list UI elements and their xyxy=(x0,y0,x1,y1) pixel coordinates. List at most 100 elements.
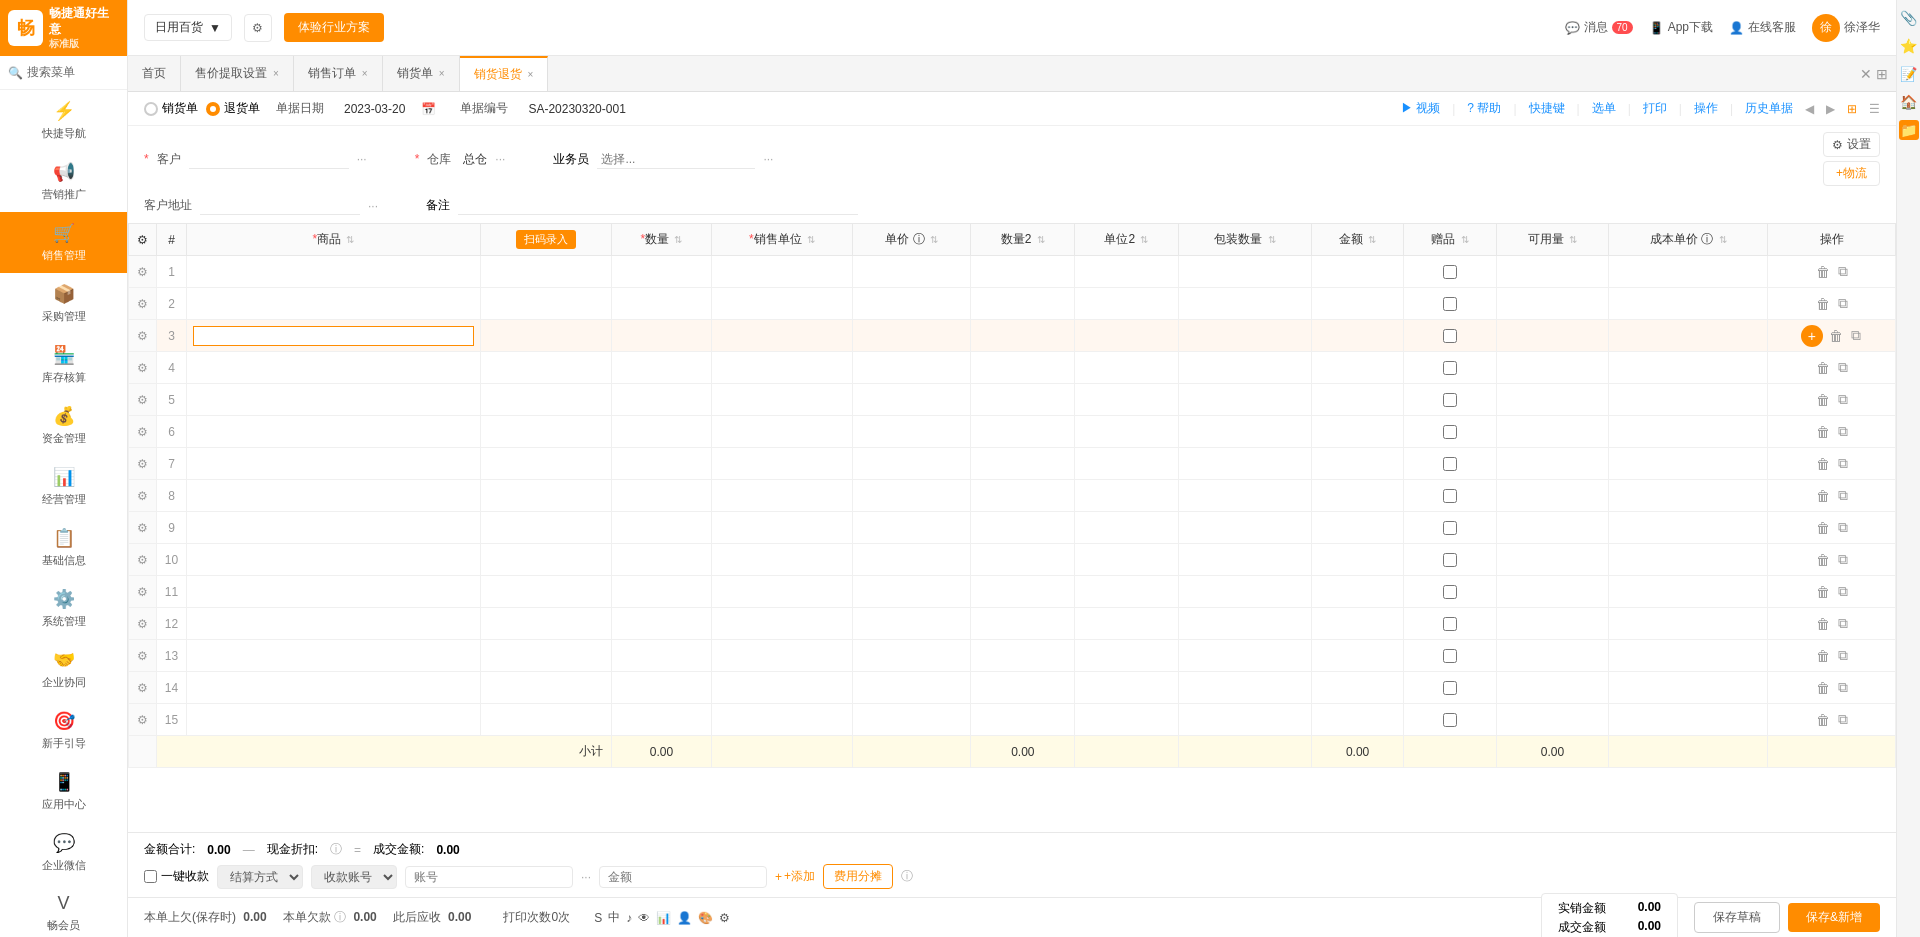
row-settings-12[interactable]: ⚙ xyxy=(129,608,157,640)
row-settings-11[interactable]: ⚙ xyxy=(129,576,157,608)
row-qty2-13[interactable] xyxy=(971,640,1075,672)
row-gift-11[interactable] xyxy=(1404,576,1496,608)
row-settings-1[interactable]: ⚙ xyxy=(129,256,157,288)
row-price-2[interactable] xyxy=(853,288,971,320)
copy-btn-8[interactable]: ⧉ xyxy=(1836,485,1850,506)
row-qty2-11[interactable] xyxy=(971,576,1075,608)
row-price-14[interactable] xyxy=(853,672,971,704)
row-available-8[interactable] xyxy=(1496,480,1609,512)
gift-checkbox-8[interactable] xyxy=(1443,489,1457,503)
row-available-9[interactable] xyxy=(1496,512,1609,544)
row-price-8[interactable] xyxy=(853,480,971,512)
sidebar-item-sales[interactable]: 🛒 销售管理 xyxy=(0,212,127,273)
row-unit2-3[interactable] xyxy=(1075,320,1179,352)
row-unit-12[interactable] xyxy=(712,608,853,640)
customer-input[interactable] xyxy=(189,150,349,169)
float-btn-3[interactable]: 📝 xyxy=(1899,64,1919,84)
row-price-9[interactable] xyxy=(853,512,971,544)
row-qty-7[interactable] xyxy=(611,448,711,480)
row-cost-7[interactable] xyxy=(1609,448,1768,480)
row-unit2-15[interactable] xyxy=(1075,704,1179,736)
row-price-6[interactable] xyxy=(853,416,971,448)
row-pkg-14[interactable] xyxy=(1178,672,1311,704)
tab-price-setting[interactable]: 售价提取设置 × xyxy=(181,56,294,92)
action-operate[interactable]: 操作 xyxy=(1694,100,1718,117)
row-product-5[interactable] xyxy=(187,384,481,416)
delete-btn-5[interactable]: 🗑 xyxy=(1814,389,1832,410)
row-amount-1[interactable] xyxy=(1311,256,1403,288)
row-amount-7[interactable] xyxy=(1311,448,1403,480)
row-product-6[interactable] xyxy=(187,416,481,448)
row-qty2-15[interactable] xyxy=(971,704,1075,736)
sidebar-item-member[interactable]: V 畅会员 xyxy=(0,883,127,937)
row-unit-1[interactable] xyxy=(712,256,853,288)
row-settings-8[interactable]: ⚙ xyxy=(129,480,157,512)
row-available-2[interactable] xyxy=(1496,288,1609,320)
bottom-icon-8[interactable]: ⚙ xyxy=(719,911,730,925)
radio-return[interactable]: 退货单 xyxy=(206,100,260,117)
btn-logistics[interactable]: +物流 xyxy=(1823,161,1880,186)
copy-btn-9[interactable]: ⧉ xyxy=(1836,517,1850,538)
row-gift-3[interactable] xyxy=(1404,320,1496,352)
row-unit2-4[interactable] xyxy=(1075,352,1179,384)
salesperson-dots[interactable]: ··· xyxy=(763,152,773,166)
row-price-5[interactable] xyxy=(853,384,971,416)
row-product-15[interactable] xyxy=(187,704,481,736)
row-unit2-12[interactable] xyxy=(1075,608,1179,640)
bottom-icon-1[interactable]: S xyxy=(594,911,602,925)
avail-sort-icon[interactable]: ⇅ xyxy=(1569,234,1577,245)
row-qty2-8[interactable] xyxy=(971,480,1075,512)
sidebar-item-shortcut[interactable]: ⚡ 快捷导航 xyxy=(0,90,127,151)
row-amount-2[interactable] xyxy=(1311,288,1403,320)
row-pkg-6[interactable] xyxy=(1178,416,1311,448)
sidebar-item-system[interactable]: ⚙️ 系统管理 xyxy=(0,578,127,639)
gift-checkbox-6[interactable] xyxy=(1443,425,1457,439)
radio-sales[interactable]: 销货单 xyxy=(144,100,198,117)
row-available-14[interactable] xyxy=(1496,672,1609,704)
row-pkg-9[interactable] xyxy=(1178,512,1311,544)
row-available-11[interactable] xyxy=(1496,576,1609,608)
row-pkg-11[interactable] xyxy=(1178,576,1311,608)
row-product-14[interactable] xyxy=(187,672,481,704)
amount-input[interactable] xyxy=(599,866,767,888)
tab-close-sales-return[interactable]: × xyxy=(528,69,534,80)
row-amount-6[interactable] xyxy=(1311,416,1403,448)
action-video[interactable]: ▶ 视频 xyxy=(1401,100,1440,117)
user-profile-btn[interactable]: 徐 徐泽华 xyxy=(1812,14,1880,42)
row-unit2-1[interactable] xyxy=(1075,256,1179,288)
product-input-3[interactable] xyxy=(193,326,474,346)
row-unit2-13[interactable] xyxy=(1075,640,1179,672)
row-price-3[interactable] xyxy=(853,320,971,352)
row-amount-3[interactable] xyxy=(1311,320,1403,352)
row-unit2-10[interactable] xyxy=(1075,544,1179,576)
row-price-10[interactable] xyxy=(853,544,971,576)
row-qty2-14[interactable] xyxy=(971,672,1075,704)
row-available-15[interactable] xyxy=(1496,704,1609,736)
row-pkg-13[interactable] xyxy=(1178,640,1311,672)
row-gift-13[interactable] xyxy=(1404,640,1496,672)
row-settings-4[interactable]: ⚙ xyxy=(129,352,157,384)
row-cost-14[interactable] xyxy=(1609,672,1768,704)
row-cost-6[interactable] xyxy=(1609,416,1768,448)
gift-checkbox-14[interactable] xyxy=(1443,681,1457,695)
row-settings-3[interactable]: ⚙ xyxy=(129,320,157,352)
row-product-8[interactable] xyxy=(187,480,481,512)
row-gift-9[interactable] xyxy=(1404,512,1496,544)
row-unit-6[interactable] xyxy=(712,416,853,448)
row-cost-2[interactable] xyxy=(1609,288,1768,320)
bottom-icon-6[interactable]: 👤 xyxy=(677,911,692,925)
bottom-icon-4[interactable]: 👁 xyxy=(638,911,650,925)
sidebar-item-appstore[interactable]: 📱 应用中心 xyxy=(0,761,127,822)
copy-btn-12[interactable]: ⧉ xyxy=(1836,613,1850,634)
float-btn-1[interactable]: 📎 xyxy=(1899,8,1919,28)
row-pkg-2[interactable] xyxy=(1178,288,1311,320)
row-gift-8[interactable] xyxy=(1404,480,1496,512)
bottom-icon-7[interactable]: 🎨 xyxy=(698,911,713,925)
row-qty-15[interactable] xyxy=(611,704,711,736)
tab-close-sales-order[interactable]: × xyxy=(362,68,368,79)
row-qty-1[interactable] xyxy=(611,256,711,288)
row-gift-15[interactable] xyxy=(1404,704,1496,736)
col-header-settings[interactable]: ⚙ xyxy=(129,224,157,256)
delete-btn-10[interactable]: 🗑 xyxy=(1814,549,1832,570)
gift-checkbox-10[interactable] xyxy=(1443,553,1457,567)
